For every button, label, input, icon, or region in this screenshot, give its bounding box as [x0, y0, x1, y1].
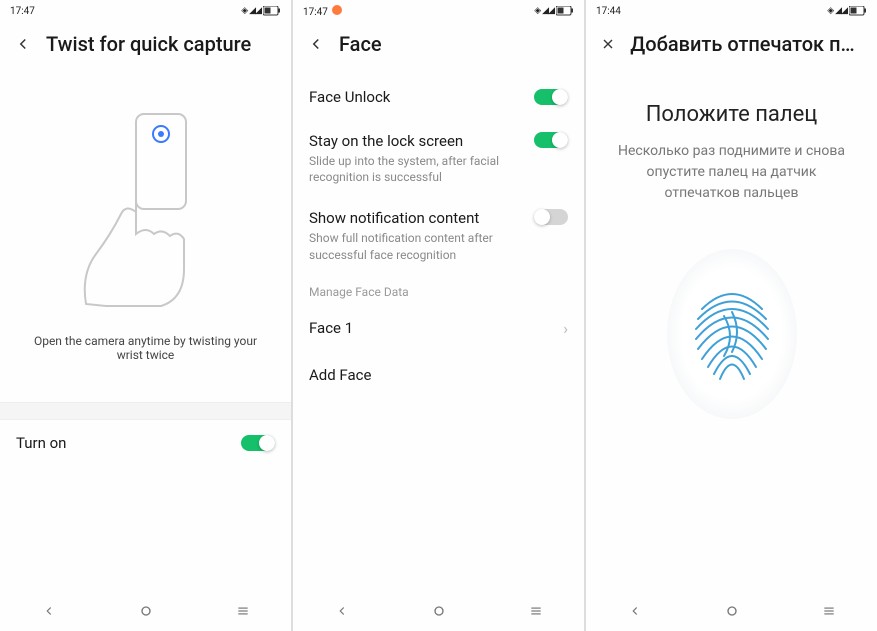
fingerprint-heading: Положите палец [646, 102, 818, 127]
clock: 17:47 [10, 6, 35, 17]
status-bar: 17:47 ◈ ◢◢ [293, 0, 584, 22]
notif-sub: Show full notification content after suc… [309, 230, 522, 262]
clock: 17:44 [596, 6, 621, 17]
header: Twist for quick capture [0, 22, 291, 74]
back-nav-icon[interactable] [38, 600, 60, 622]
screen-twist-capture: 17:47 ◈ ◢◢ Twist for quick capture Open … [0, 0, 291, 631]
stay-lock-row[interactable]: Stay on the lock screen Slide up into th… [293, 120, 584, 197]
status-bar: 17:47 ◈ ◢◢ [0, 0, 291, 22]
page-title: Face [339, 32, 382, 56]
status-bar: 17:44 ◈ ◢◢ [586, 0, 877, 22]
screen-add-fingerprint: 17:44 ◈ ◢◢ Добавить отпечаток паль… Поло… [586, 0, 877, 631]
turn-on-toggle[interactable] [241, 435, 275, 451]
stay-lock-title: Stay on the lock screen [309, 132, 522, 150]
notif-title: Show notification content [309, 209, 522, 227]
battery-icon [849, 6, 867, 16]
stay-lock-toggle[interactable] [534, 132, 568, 148]
section-divider [0, 402, 291, 420]
close-icon[interactable] [600, 35, 616, 53]
status-icons: ◈ ◢◢ [241, 6, 281, 16]
face-unlock-label: Face Unlock [309, 88, 390, 106]
instruction-text: Open the camera anytime by twisting your… [20, 334, 271, 362]
add-face-row[interactable]: Add Face [293, 352, 584, 398]
screen-face: 17:47 ◈ ◢◢ Face Face Unlock Stay on the … [293, 0, 584, 631]
header: Добавить отпечаток паль… [586, 22, 877, 74]
manage-face-label: Manage Face Data [293, 275, 584, 305]
signal-icon: ◢◢ [835, 6, 847, 16]
face1-label: Face 1 [309, 319, 353, 337]
menu-nav-icon[interactable] [818, 600, 840, 622]
signal-icon: ◢◢ [249, 6, 261, 16]
fingerprint-desc: Несколько раз поднимите и снова опустите… [610, 141, 853, 204]
battery-icon [556, 6, 574, 16]
menu-nav-icon[interactable] [232, 600, 254, 622]
wifi-icon: ◈ [241, 6, 247, 16]
home-nav-icon[interactable] [428, 600, 450, 622]
add-face-label: Add Face [309, 366, 371, 384]
wifi-icon: ◈ [827, 6, 833, 16]
page-title: Twist for quick capture [46, 32, 251, 56]
turn-on-row[interactable]: Turn on [0, 420, 291, 466]
battery-icon [263, 6, 281, 16]
chevron-right-icon: › [563, 319, 568, 338]
clock: 17:47 [303, 5, 342, 18]
home-nav-icon[interactable] [721, 600, 743, 622]
home-nav-icon[interactable] [135, 600, 157, 622]
face1-row[interactable]: Face 1 › [293, 305, 584, 352]
signal-icon: ◢◢ [542, 6, 554, 16]
nav-bar [0, 591, 291, 631]
page-title: Добавить отпечаток паль… [630, 32, 863, 56]
notif-toggle[interactable] [534, 209, 568, 225]
face-unlock-toggle[interactable] [534, 89, 568, 105]
header: Face [293, 22, 584, 74]
stay-lock-sub: Slide up into the system, after facial r… [309, 153, 522, 185]
back-nav-icon[interactable] [331, 600, 353, 622]
wifi-icon: ◈ [534, 6, 540, 16]
nav-bar [293, 591, 584, 631]
nav-bar [586, 591, 877, 631]
back-arrow-icon[interactable] [307, 35, 325, 53]
illustration: Open the camera anytime by twisting your… [0, 74, 291, 372]
recording-dot-icon [332, 5, 342, 15]
menu-nav-icon[interactable] [525, 600, 547, 622]
status-icons: ◈ ◢◢ [534, 6, 574, 16]
back-nav-icon[interactable] [624, 600, 646, 622]
face-unlock-row[interactable]: Face Unlock [293, 74, 584, 120]
back-arrow-icon[interactable] [14, 35, 32, 53]
fingerprint-icon [662, 244, 802, 424]
notif-content-row[interactable]: Show notification content Show full noti… [293, 197, 584, 274]
status-icons: ◈ ◢◢ [827, 6, 867, 16]
turn-on-label: Turn on [16, 434, 66, 452]
